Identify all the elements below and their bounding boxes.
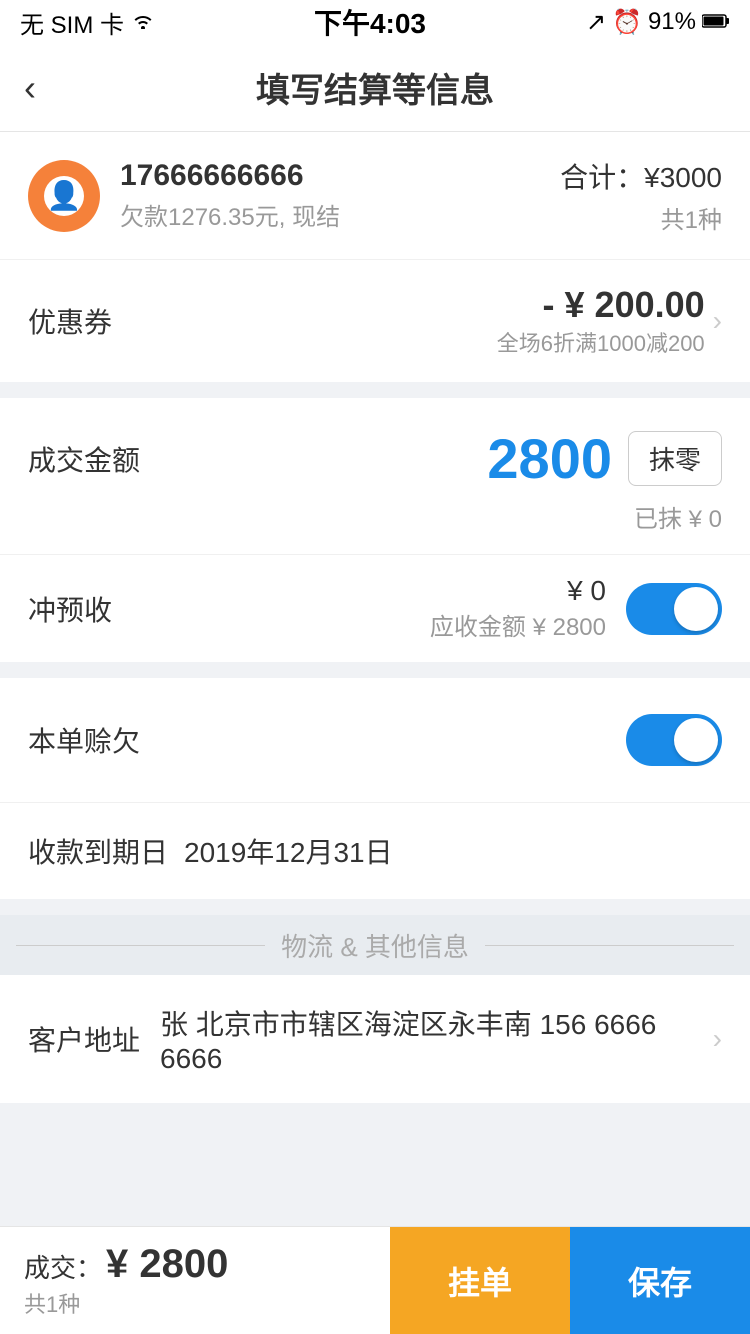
coupon-amount: - ¥ 200.00: [497, 284, 705, 326]
coupon-info: - ¥ 200.00 全场6折满1000减200: [497, 284, 705, 358]
address-card: 客户地址 张 北京市市辖区海淀区永丰南 156 6666 6666 ›: [0, 975, 750, 1103]
sim-status: 无 SIM 卡: [20, 5, 124, 40]
location-icon: ↗: [586, 8, 606, 37]
amount-row: 成交金额 2800 抹零: [0, 398, 750, 499]
status-bar: 无 SIM 卡 下午4:03 ↗ ⏰ 91%: [0, 0, 750, 44]
logistics-label: 物流 & 其他信息: [281, 927, 469, 964]
status-right: ↗ ⏰ 91%: [586, 8, 730, 37]
amount-right: 2800 抹零: [487, 426, 722, 491]
prepay-row: 冲预收 ¥ 0 应收金额 ¥ 2800: [0, 554, 750, 662]
address-row[interactable]: 客户地址 张 北京市市辖区海淀区永丰南 156 6666 6666 ›: [0, 975, 750, 1103]
divider-line-right: [485, 945, 734, 946]
avatar-icon: 👤: [44, 176, 84, 216]
wifi-icon: [132, 8, 154, 36]
amount-label: 成交金额: [28, 439, 140, 479]
amount-value: 2800: [487, 426, 612, 491]
bottom-trade-label: 成交：: [24, 1248, 102, 1285]
customer-row: 👤 17666666666 欠款1276.35元, 现结 合计：¥3000 共1…: [0, 132, 750, 259]
bottom-amount: ¥ 2800: [106, 1242, 228, 1287]
address-value: 张 北京市市辖区海淀区永丰南 156 6666 6666: [160, 1003, 713, 1075]
customer-info: 17666666666 欠款1276.35元, 现结: [120, 159, 340, 232]
logistics-divider: 物流 & 其他信息: [0, 915, 750, 975]
address-label: 客户地址: [28, 1019, 140, 1059]
customer-debt: 欠款1276.35元, 现结: [120, 197, 340, 232]
nav-title: 填写结算等信息: [256, 63, 494, 112]
due-row: 收款到期日 2019年12月31日: [0, 802, 750, 899]
customer-phone: 17666666666: [120, 159, 340, 193]
debit-label: 本单赊欠: [28, 720, 140, 760]
coupon-row[interactable]: 优惠券 - ¥ 200.00 全场6折满1000减200 ›: [0, 259, 750, 382]
customer-left: 👤 17666666666 欠款1276.35元, 现结: [28, 159, 340, 232]
debit-card: 本单赊欠 收款到期日 2019年12月31日: [0, 678, 750, 899]
alarm-icon: ⏰: [612, 8, 642, 37]
status-time: 下午4:03: [314, 2, 426, 42]
customer-count: 共1种: [560, 200, 722, 235]
prepay-label: 冲预收: [28, 589, 112, 629]
bottom-count: 共1种: [24, 1287, 366, 1319]
coupon-right: - ¥ 200.00 全场6折满1000减200 ›: [497, 284, 722, 358]
bottom-trade-row: 成交： ¥ 2800: [24, 1242, 366, 1287]
address-chevron-icon: ›: [713, 1023, 722, 1055]
back-button[interactable]: ‹: [24, 67, 36, 109]
debit-row: 本单赊欠: [0, 678, 750, 802]
customer-right: 合计：¥3000 共1种: [560, 156, 722, 235]
status-left: 无 SIM 卡: [20, 5, 154, 40]
save-button[interactable]: 保存: [570, 1227, 750, 1334]
prepay-amount: ¥ 0: [430, 575, 606, 607]
prepay-right: ¥ 0 应收金额 ¥ 2800: [430, 575, 722, 642]
amount-card: 成交金额 2800 抹零 已抹 ¥ 0 冲预收 ¥ 0 应收金额 ¥ 2800: [0, 398, 750, 662]
coupon-label: 优惠券: [28, 301, 112, 341]
debit-toggle-knob: [674, 718, 718, 762]
coupon-chevron-icon: ›: [713, 305, 722, 337]
prepay-toggle[interactable]: [626, 583, 722, 635]
toggle-knob: [674, 587, 718, 631]
customer-total: 合计：¥3000: [560, 156, 722, 196]
bottom-summary: 成交： ¥ 2800 共1种: [0, 1227, 390, 1334]
prepay-values: ¥ 0 应收金额 ¥ 2800: [430, 575, 606, 642]
coupon-desc: 全场6折满1000减200: [497, 326, 705, 358]
due-label: 收款到期日: [28, 831, 168, 871]
battery-percent: 91%: [648, 8, 696, 36]
round-button[interactable]: 抹零: [628, 431, 722, 486]
amount-sub: 已抹 ¥ 0: [0, 499, 750, 554]
prepay-receivable: 应收金额 ¥ 2800: [430, 607, 606, 642]
avatar: 👤: [28, 160, 100, 232]
bottom-bar: 成交： ¥ 2800 共1种 挂单 保存: [0, 1226, 750, 1334]
content: 👤 17666666666 欠款1276.35元, 现结 合计：¥3000 共1…: [0, 132, 750, 1319]
debit-toggle[interactable]: [626, 714, 722, 766]
battery-icon: [702, 8, 730, 36]
customer-card: 👤 17666666666 欠款1276.35元, 现结 合计：¥3000 共1…: [0, 132, 750, 382]
avatar-inner: 👤: [47, 179, 82, 212]
due-date: 2019年12月31日: [184, 831, 393, 871]
divider-line-left: [16, 945, 265, 946]
hold-button[interactable]: 挂单: [390, 1227, 570, 1334]
nav-bar: ‹ 填写结算等信息: [0, 44, 750, 132]
